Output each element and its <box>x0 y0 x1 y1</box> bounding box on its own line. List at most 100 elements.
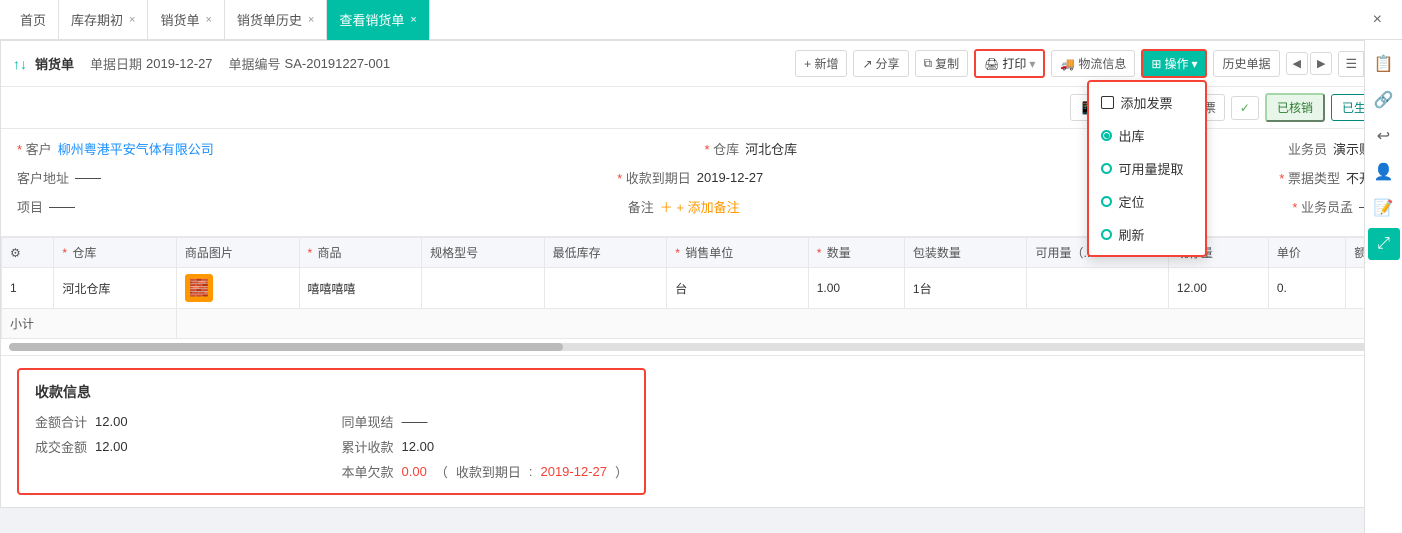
horizontal-scrollbar[interactable] <box>9 343 1393 351</box>
print-dropdown-arrow[interactable]: ▾ <box>1029 57 1035 71</box>
ticket-type-label: 票据类型 <box>1279 168 1340 187</box>
sidebar-icon-link[interactable]: 🔗 <box>1368 84 1400 116</box>
due-separator: : <box>529 464 533 479</box>
confirm-icon-btn[interactable]: ✓ <box>1231 96 1259 120</box>
payment-info-grid: 金额合计 12.00 同单现结 —— 成交金额 12.00 累计收款 <box>35 412 628 481</box>
add-invoice-checkbox-icon <box>1101 96 1114 109</box>
subtotal-label: 小计 <box>2 309 177 339</box>
next-arrow[interactable]: ▶ <box>1310 52 1332 75</box>
ops-grid-icon: ⊞ <box>1151 57 1161 71</box>
due-info-bracket-close: ） <box>615 462 628 481</box>
doc-header: ↑↓ 销货单 单据日期 2019-12-27 单据编号 SA-20191227-… <box>1 41 1401 87</box>
tab-sales-order[interactable]: 销货单 × <box>148 0 224 40</box>
row-available <box>1027 268 1168 309</box>
logistics-button[interactable]: 🚚 物流信息 <box>1051 50 1135 77</box>
refresh-radio-icon <box>1101 229 1112 240</box>
col-sales-unit-label: 销售单位 <box>685 246 733 260</box>
qty-pickup-label: 可用量提取 <box>1118 159 1183 178</box>
dropdown-outbound[interactable]: 出库 <box>1089 119 1205 152</box>
col-sales-unit: * 销售单位 <box>667 238 808 268</box>
ops-button[interactable]: ⊞ 操作 ▾ <box>1141 49 1207 78</box>
tab-sales-history[interactable]: 销货单历史 × <box>225 0 327 40</box>
print-button[interactable]: 🖨 打印 ▾ <box>974 49 1045 78</box>
scroll-thumb[interactable] <box>9 343 563 351</box>
col-pack-qty: 包装数量 <box>904 238 1027 268</box>
sidebar-icon-note[interactable]: 📝 <box>1368 192 1400 224</box>
table-body: 1 河北仓库 🧱 嘻嘻嘻嘻 台 1.00 <box>2 268 1401 339</box>
ops-dropdown-menu: 添加发票 出库 可用量提取 <box>1087 80 1207 257</box>
new-button[interactable]: + 新增 <box>795 50 847 77</box>
customer-label: 客户 <box>17 139 52 158</box>
row-product[interactable]: 嘻嘻嘻嘻 <box>299 268 422 309</box>
outbound-label: 出库 <box>1118 126 1144 145</box>
customer-value[interactable]: 柳州粤港平安气体有限公司 <box>58 139 214 158</box>
warehouse-field: 仓库 河北仓库 <box>704 139 797 158</box>
window-close-button[interactable]: × <box>1361 11 1394 29</box>
outbound-radio-icon <box>1101 130 1112 141</box>
qty-pickup-radio-icon <box>1101 163 1112 174</box>
tab-check-sales[interactable]: 查看销货单 × <box>327 0 429 40</box>
doc-num-label: 单据编号 <box>229 54 281 73</box>
dropdown-locate[interactable]: 定位 <box>1089 185 1205 218</box>
row-unit-price: 0. <box>1268 268 1345 309</box>
tab-check-sales-close[interactable]: × <box>410 14 416 26</box>
doc-type-label: 销货单 <box>35 54 74 73</box>
ops-dropdown-arrow[interactable]: ▾ <box>1191 57 1197 71</box>
content-area: ↑↓ 销货单 单据日期 2019-12-27 单据编号 SA-20191227-… <box>0 40 1402 533</box>
share-icon: ↗ <box>862 57 872 71</box>
settings-icon[interactable]: ⚙ <box>10 246 21 260</box>
due-date-value[interactable]: 2019-12-27 <box>540 464 607 479</box>
current-due-label: 本单欠款 <box>342 462 394 481</box>
right-sidebar: 📋 🔗 ↩ 👤 📝 ⤢ <box>1364 40 1402 533</box>
doc-num-field: 单据编号 SA-20191227-001 <box>229 54 391 73</box>
table-row: 1 河北仓库 🧱 嘻嘻嘻嘻 台 1.00 <box>2 268 1401 309</box>
sidebar-icon-clipboard[interactable]: 📋 <box>1368 48 1400 80</box>
nav-arrows: ◀ ▶ <box>1286 52 1333 75</box>
payment-info-title: 收款信息 <box>35 382 628 402</box>
accumulated-value: 12.00 <box>402 439 435 454</box>
tab-inventory-init[interactable]: 库存期初 × <box>59 0 148 40</box>
add-notes-btn[interactable]: ＋ + 添加备注 <box>660 197 740 216</box>
project-label: 项目 <box>17 197 43 216</box>
payment-due-label: 收款到期日 <box>617 168 691 187</box>
product-img-icon: 🧱 <box>189 278 209 298</box>
tab-sales-history-close[interactable]: × <box>308 14 314 26</box>
prev-arrow[interactable]: ◀ <box>1286 52 1308 75</box>
row-qty: 1.00 <box>808 268 904 309</box>
doc-meta: 单据日期 2019-12-27 单据编号 SA-20191227-001 <box>90 54 390 73</box>
col-min-stock: 最低库存 <box>544 238 667 268</box>
clipboard-icon: 📋 <box>1374 54 1394 74</box>
subtotal-empty <box>176 309 1400 339</box>
doc-date-label: 单据日期 <box>90 54 142 73</box>
copy-button[interactable]: ⧉ 复制 <box>915 50 969 77</box>
row-min-stock <box>544 268 667 309</box>
tab-home[interactable]: 首页 <box>8 0 59 40</box>
sidebar-icon-user[interactable]: 👤 <box>1368 156 1400 188</box>
history-button[interactable]: 历史单据 <box>1213 50 1279 77</box>
due-info: 本单欠款 0.00 （ 收款到期日 : 2019-12-27 ） <box>342 462 629 481</box>
dropdown-qty-pickup[interactable]: 可用量提取 <box>1089 152 1205 185</box>
row-no: 1 <box>2 268 54 309</box>
address-label: 客户地址 <box>17 168 69 187</box>
dropdown-add-invoice[interactable]: 添加发票 <box>1089 86 1205 119</box>
copy-icon: ⧉ <box>924 56 933 71</box>
tab-sales-close[interactable]: × <box>205 14 211 26</box>
note-icon: 📝 <box>1374 198 1394 218</box>
sidebar-icon-expand[interactable]: ⤢ <box>1368 228 1400 260</box>
tab-sales-history-label: 销货单历史 <box>237 10 302 29</box>
accumulated-label: 累计收款 <box>342 437 394 456</box>
share-button[interactable]: ↗ 分享 <box>853 50 908 77</box>
scroll-area <box>1 339 1401 355</box>
sidebar-icon-return[interactable]: ↩ <box>1368 120 1400 152</box>
payment-info-box: 收款信息 金额合计 12.00 同单现结 —— 成交金额 12.00 <box>17 368 646 495</box>
dropdown-refresh[interactable]: 刷新 <box>1089 218 1205 251</box>
tab-sales-order-label: 销货单 <box>160 10 199 29</box>
salesperson-label: 业务员孟 <box>1292 197 1353 216</box>
total-amount-label: 金额合计 <box>35 412 87 431</box>
col-product-img: 商品图片 <box>176 238 299 268</box>
tab-inventory-close[interactable]: × <box>129 14 135 26</box>
col-spec: 规格型号 <box>422 238 545 268</box>
confirmed-btn[interactable]: 已核销 <box>1265 93 1325 122</box>
list-view-btn[interactable]: ☰ <box>1338 51 1364 77</box>
add-notes-plus-icon: ＋ <box>660 200 673 215</box>
